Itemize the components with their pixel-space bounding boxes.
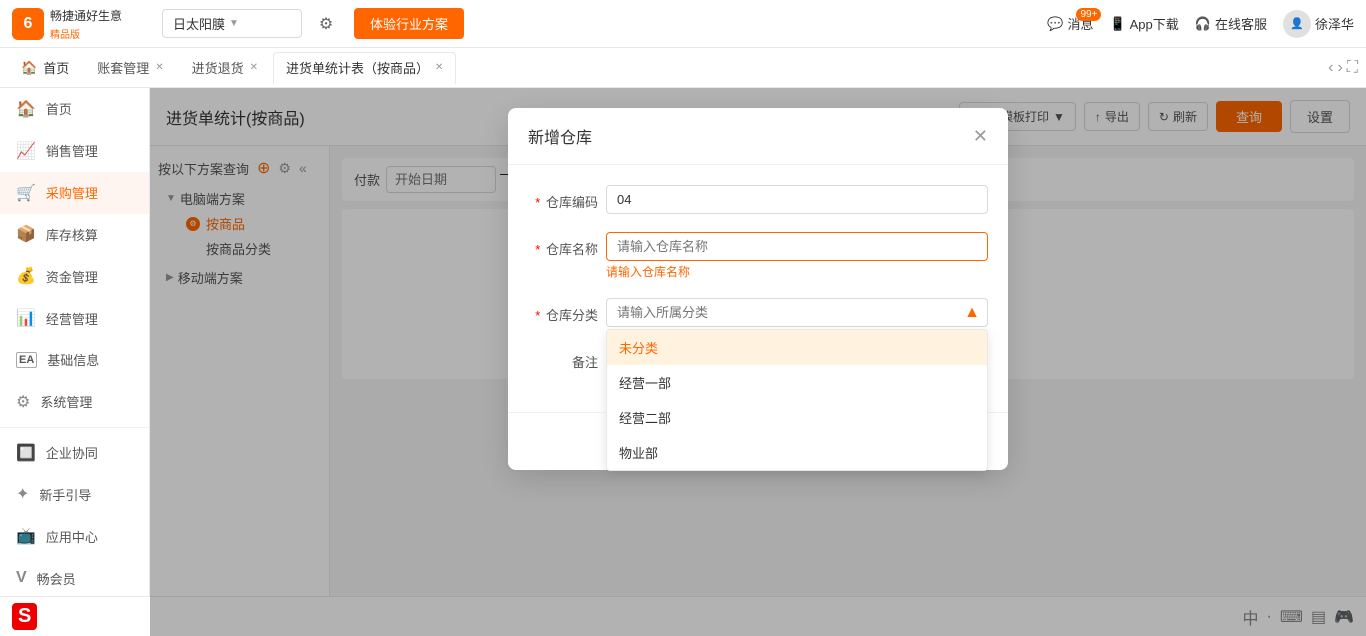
tab-home[interactable]: 🏠 首页 [8, 52, 82, 84]
message-badge: 99+ [1076, 8, 1101, 21]
enterprise-icon: 🔲 [16, 443, 36, 463]
category-arrow-icon[interactable]: ▲ [964, 304, 980, 322]
app-center-icon: 📺 [16, 526, 36, 546]
tab-accounts[interactable]: 账套管理 ✕ [84, 52, 176, 84]
dialog-close-icon[interactable]: ✕ [973, 126, 988, 147]
name-label: * 仓库名称 [528, 232, 598, 258]
logo-icon: 6 [12, 8, 44, 40]
store-arrow-icon: ▼ [229, 18, 239, 29]
name-input[interactable] [606, 232, 988, 261]
sidebar-item-purchase[interactable]: 🛒 采购管理 [0, 172, 149, 214]
s-logo-icon: S [12, 603, 37, 630]
sidebar-item-sales[interactable]: 📈 销售管理 [0, 130, 149, 172]
sidebar-item-app-center[interactable]: 📺 应用中心 [0, 515, 149, 557]
code-label: * 仓库编码 [528, 185, 598, 211]
tab-next-icon[interactable]: › [1337, 59, 1342, 77]
top-header: 6 畅捷通好生意 精品版 日太阳膜 ▼ ⚙ 体验行业方案 💬 消息 99+ 📱 … [0, 0, 1366, 48]
logo-area: 6 畅捷通好生意 精品版 [12, 7, 162, 41]
sidebar-divider [0, 427, 149, 428]
sales-icon: 📈 [16, 141, 36, 161]
bottom-left: S [12, 603, 37, 630]
name-error-msg: 请输入仓库名称 [606, 263, 988, 280]
tab-purchase-stats[interactable]: 进货单统计表（按商品） ✕ [273, 52, 456, 84]
settings-icon[interactable]: ⚙ [310, 8, 342, 40]
sidebar-item-inventory[interactable]: 📦 库存核算 [0, 214, 149, 256]
sidebar-item-finance[interactable]: 💰 资金管理 [0, 255, 149, 297]
dialog-header: 新增仓库 ✕ [508, 108, 1008, 165]
sidebar-item-home[interactable]: 🏠 首页 [0, 88, 149, 130]
message-icon: 💬 [1047, 16, 1063, 32]
dropdown-item-dept2[interactable]: 经营二部 [607, 400, 987, 435]
tab-close-purchase-stats[interactable]: ✕ [435, 62, 443, 73]
app-download-button[interactable]: 📱 App下载 [1109, 14, 1178, 33]
tab-purchase-return[interactable]: 进货退货 ✕ [179, 52, 271, 84]
sidebar-item-system[interactable]: ⚙ 系统管理 [0, 381, 149, 423]
store-selector[interactable]: 日太阳膜 ▼ [162, 9, 302, 38]
main-layout: 🏠 首页 📈 销售管理 🛒 采购管理 📦 库存核算 💰 资金管理 📊 经营管理 … [0, 88, 1366, 636]
code-row: * 仓库编码 [528, 185, 988, 214]
dialog-title: 新增仓库 [528, 124, 592, 148]
tab-close-accounts[interactable]: ✕ [155, 62, 163, 73]
home-icon: 🏠 [16, 99, 36, 119]
category-input[interactable] [606, 298, 988, 327]
logo-text: 畅捷通好生意 精品版 [50, 7, 122, 41]
tab-controls[interactable]: ‹ › ⛶ [1328, 59, 1358, 77]
inventory-icon: 📦 [16, 224, 36, 244]
avatar: 👤 [1283, 10, 1311, 38]
dialog-overlay: 新增仓库 ✕ * 仓库编码 [150, 88, 1366, 636]
code-control [606, 185, 988, 214]
name-control: 请输入仓库名称 [606, 232, 988, 280]
dropdown-item-dept1[interactable]: 经营一部 [607, 365, 987, 400]
basic-info-icon: EA [16, 352, 37, 368]
category-row: * 仓库分类 ▲ 未分类 经营一部 经营二部 物业部 [528, 298, 988, 327]
user-profile[interactable]: 👤 徐泽华 [1283, 10, 1354, 38]
guide-icon: ✦ [16, 484, 29, 504]
tab-fullscreen-icon[interactable]: ⛶ [1347, 59, 1358, 77]
dropdown-item-unclassified[interactable]: 未分类 [607, 330, 987, 365]
dropdown-item-dept3[interactable]: 物业部 [607, 435, 987, 470]
category-label: * 仓库分类 [528, 298, 598, 324]
category-dropdown: 未分类 经营一部 经营二部 物业部 [606, 329, 988, 471]
headset-icon: 🎧 [1195, 16, 1211, 32]
category-control: ▲ 未分类 经营一部 经营二部 物业部 [606, 298, 988, 327]
new-warehouse-dialog: 新增仓库 ✕ * 仓库编码 [508, 108, 1008, 470]
sidebar-item-operations[interactable]: 📊 经营管理 [0, 297, 149, 339]
purchase-icon: 🛒 [16, 183, 36, 203]
sidebar-item-vip[interactable]: V 畅会员 [0, 557, 149, 599]
tab-prev-icon[interactable]: ‹ [1328, 59, 1333, 77]
dialog-body: * 仓库编码 * 仓库名称 [508, 165, 1008, 412]
code-input[interactable] [606, 185, 988, 214]
notes-label: 备注 [528, 345, 598, 371]
tab-bar: 🏠 首页 账套管理 ✕ 进货退货 ✕ 进货单统计表（按商品） ✕ ‹ › ⛶ [0, 48, 1366, 88]
sidebar-item-basic-info[interactable]: EA 基础信息 [0, 339, 149, 381]
content-area: 进货单统计(按商品) 🖨 按模板打印 ▼ ↑ 导出 ↻ 刷新 查询 设置 [150, 88, 1366, 636]
sidebar-item-guide[interactable]: ✦ 新手引导 [0, 473, 149, 515]
finance-icon: 💰 [16, 266, 36, 286]
sidebar: 🏠 首页 📈 销售管理 🛒 采购管理 📦 库存核算 💰 资金管理 📊 经营管理 … [0, 88, 150, 636]
name-row: * 仓库名称 请输入仓库名称 [528, 232, 988, 280]
system-icon: ⚙ [16, 392, 30, 412]
operations-icon: 📊 [16, 308, 36, 328]
tab-close-purchase-return[interactable]: ✕ [250, 62, 258, 73]
header-right: 💬 消息 99+ 📱 App下载 🎧 在线客服 👤 徐泽华 [1047, 10, 1354, 38]
trial-button[interactable]: 体验行业方案 [354, 8, 464, 39]
customer-service-button[interactable]: 🎧 在线客服 [1195, 14, 1267, 33]
vip-icon: V [16, 569, 27, 587]
message-button[interactable]: 💬 消息 99+ [1047, 14, 1093, 33]
phone-icon: 📱 [1109, 16, 1125, 32]
sidebar-item-enterprise[interactable]: 🔲 企业协同 [0, 432, 149, 474]
